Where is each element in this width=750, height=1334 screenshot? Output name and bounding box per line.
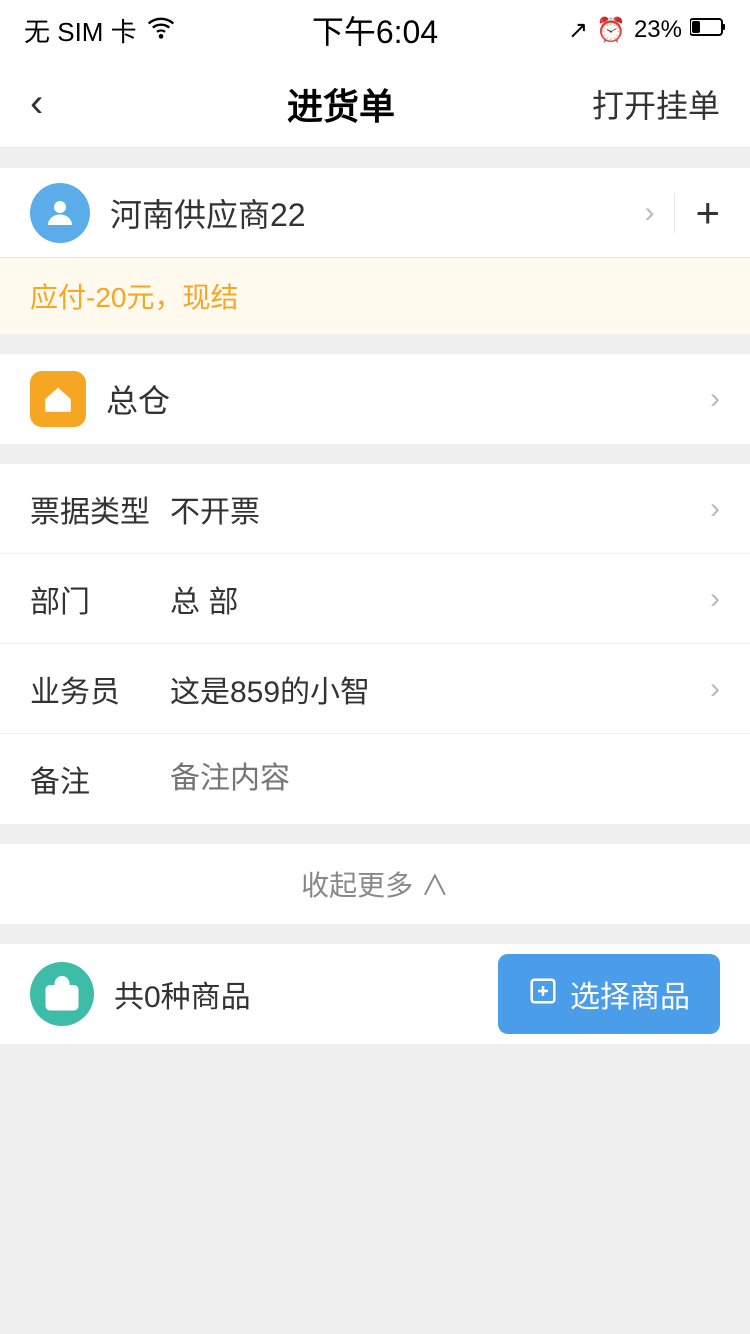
back-button[interactable]: ‹ [30,81,90,126]
warehouse-row[interactable]: 总仓 › [0,354,750,444]
supplier-row: 河南供应商22 › + [0,168,750,258]
invoice-type-value: 不开票 [160,487,710,531]
bottom-bar: 共0种商品 选择商品 [0,944,750,1044]
status-bar: 无 SIM 卡 下午6:04 ↗ ⏰ 23% [0,0,750,60]
carrier-label: 无 SIM 卡 [24,12,137,49]
salesperson-chevron-icon: › [710,672,720,706]
product-icon [30,962,94,1026]
wifi-icon [147,13,175,48]
collapse-row[interactable]: 收起更多 ∧ [0,844,750,924]
status-left: 无 SIM 卡 [24,12,175,49]
warehouse-icon [30,371,86,427]
collapse-label: 收起更多 ∧ [301,864,449,904]
select-product-label: 选择商品 [570,972,690,1016]
remark-input[interactable] [160,762,720,796]
warning-banner: 应付-20元，现结 [0,258,750,334]
department-value: 总 部 [160,577,710,621]
section-gap-1 [0,148,750,168]
invoice-type-chevron-icon: › [710,492,720,526]
select-product-button[interactable]: 选择商品 [498,954,720,1034]
nav-bar: ‹ 进货单 打开挂单 [0,60,750,148]
product-count-label: 共0种商品 [114,972,498,1016]
remark-row: 备注 [0,734,750,824]
supplier-right: › + [644,189,720,237]
supplier-name[interactable]: 河南供应商22 [110,190,644,236]
section-gap-2 [0,334,750,354]
status-time: 下午6:04 [312,7,438,53]
salesperson-row[interactable]: 业务员 这是859的小智 › [0,644,750,734]
salesperson-value: 这是859的小智 [160,667,710,711]
warehouse-chevron-icon: › [710,382,720,416]
select-product-icon [528,976,558,1013]
battery-label: 23% [634,16,682,44]
supplier-avatar [30,183,90,243]
add-button[interactable]: + [695,189,720,237]
salesperson-label: 业务员 [30,667,160,711]
invoice-type-label: 票据类型 [30,487,160,531]
department-label: 部门 [30,577,160,621]
invoice-type-row[interactable]: 票据类型 不开票 › [0,464,750,554]
department-row[interactable]: 部门 总 部 › [0,554,750,644]
location-icon: ↗ [568,16,588,45]
status-right: ↗ ⏰ 23% [568,16,726,45]
battery-icon [690,16,726,44]
supplier-divider [674,193,675,233]
supplier-chevron-icon: › [644,196,654,230]
warehouse-name: 总仓 [106,376,710,422]
open-pending-button[interactable]: 打开挂单 [592,81,720,127]
department-chevron-icon: › [710,582,720,616]
remark-label: 备注 [30,757,160,801]
page-title: 进货单 [287,78,395,130]
form-section: 票据类型 不开票 › 部门 总 部 › 业务员 这是859的小智 › 备注 [0,464,750,824]
alarm-icon: ⏰ [596,16,626,45]
warning-text: 应付-20元，现结 [30,282,238,313]
page-content: 河南供应商22 › + 应付-20元，现结 总仓 › 票据类型 不开票 › [0,148,750,1334]
